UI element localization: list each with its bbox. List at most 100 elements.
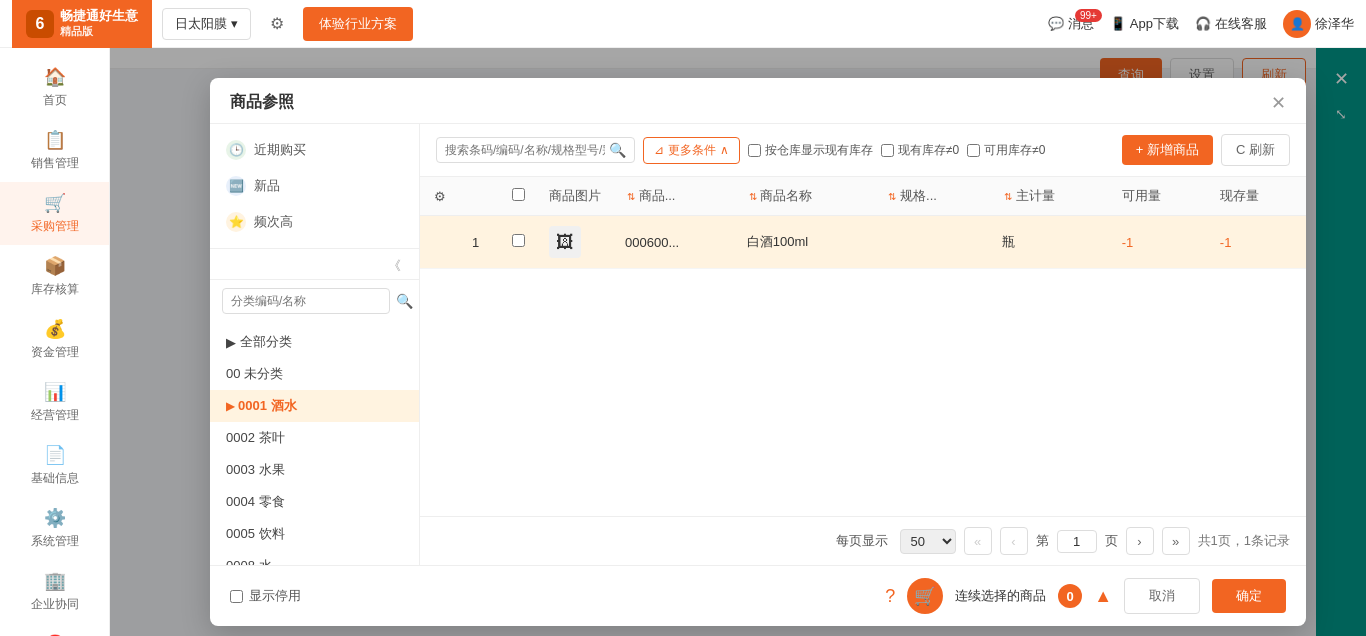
collapse-btn[interactable]: 《 — [378, 253, 411, 279]
logo-sub: 精品版 — [60, 24, 138, 39]
nav-new-label: 新品 — [254, 177, 280, 195]
trial-btn[interactable]: 体验行业方案 — [303, 7, 413, 41]
sidebar-item-inventory[interactable]: 📦 库存核算 — [0, 245, 109, 308]
sales-icon: 📋 — [44, 129, 66, 151]
sidebar-item-guide[interactable]: 🎯 新手引导 — [0, 623, 109, 636]
col-img-header: 商品图片 — [537, 177, 613, 216]
help-icon-btn[interactable]: ? — [885, 586, 895, 607]
filter-usable-label[interactable]: 可用库存≠0 — [967, 142, 1045, 159]
filter-available-label[interactable]: 现有库存≠0 — [881, 142, 959, 159]
cat-0002-label: 0002 茶叶 — [226, 429, 285, 447]
cat-0005[interactable]: 0005 饮料 — [210, 518, 419, 550]
cat-0002[interactable]: 0002 茶叶 — [210, 422, 419, 454]
filter-available-checkbox[interactable] — [881, 144, 894, 157]
nav-service-btn[interactable]: 🎧 在线客服 — [1195, 15, 1267, 33]
nav-dropdown-label: 日太阳膜 — [175, 15, 227, 33]
sidebar-label-enterprise: 企业协同 — [31, 596, 79, 613]
sidebar-item-system[interactable]: ⚙️ 系统管理 — [0, 497, 109, 560]
table-row[interactable]: 1 🖼 000600... 白酒100ml 瓶 -1 — [420, 216, 1306, 269]
col-available-header: 可用量 — [1110, 177, 1208, 216]
top-nav: 6 畅捷通好生意 精品版 日太阳膜 ▾ ⚙ 体验行业方案 💬 消息 99+ 📱 … — [0, 0, 1366, 48]
sort-icon-spec: ⇅ — [888, 191, 896, 202]
msg-badge: 99+ — [1075, 9, 1102, 22]
row-checkbox[interactable] — [512, 234, 525, 247]
new-icon: 🆕 — [226, 176, 246, 196]
nav-recent-purchases[interactable]: 🕒 近期购买 — [210, 132, 419, 168]
refresh-table-btn[interactable]: C 刷新 — [1221, 134, 1290, 166]
nav-dropdown[interactable]: 日太阳膜 ▾ — [162, 8, 251, 40]
category-search-input[interactable] — [222, 288, 390, 314]
table-header-row: ⚙ 商品图片 ⇅ 商品... — [420, 177, 1306, 216]
cat-all[interactable]: ▶ 全部分类 — [210, 326, 419, 358]
search-icon[interactable]: 🔍 — [609, 142, 626, 158]
home-icon: 🏠 — [44, 66, 66, 88]
filter-usable-checkbox[interactable] — [967, 144, 980, 157]
page-next-btn[interactable]: › — [1126, 527, 1154, 555]
nav-gear-button[interactable]: ⚙ — [261, 8, 293, 40]
page-size-select[interactable]: 50 10 20 100 — [900, 529, 956, 554]
nav-right: 💬 消息 99+ 📱 App下载 🎧 在线客服 👤 徐泽华 — [1048, 10, 1354, 38]
product-search-input[interactable] — [445, 143, 605, 157]
select-all-checkbox[interactable] — [512, 188, 525, 201]
nav-msg-btn[interactable]: 💬 消息 99+ — [1048, 15, 1094, 33]
page-first-btn[interactable]: « — [964, 527, 992, 555]
nav-app-download-btn[interactable]: 📱 App下载 — [1110, 15, 1179, 33]
filter-warehouse-checkbox[interactable] — [748, 144, 761, 157]
row-code-cell: 000600... — [613, 216, 735, 269]
row-img-cell: 🖼 — [537, 216, 613, 269]
inventory-icon: 📦 — [44, 255, 66, 277]
filter-more-label: 更多条件 — [668, 142, 716, 159]
col-unit-header: ⇅ 主计量 — [990, 177, 1109, 216]
modal-left-panel: 🕒 近期购买 🆕 新品 ⭐ 频次高 — [210, 124, 420, 565]
category-search-icon[interactable]: 🔍 — [396, 293, 413, 309]
page-last-btn[interactable]: » — [1162, 527, 1190, 555]
modal-footer: 显示停用 ? 🛒 连续选择的商品 0 ▲ 取消 确定 — [210, 565, 1306, 626]
filter-icon: ⊿ — [654, 143, 664, 157]
cat-0008[interactable]: 0008 水 — [210, 550, 419, 565]
sidebar-item-enterprise[interactable]: 🏢 企业协同 — [0, 560, 109, 623]
page-size-label: 每页显示 — [836, 532, 888, 550]
sidebar-item-operations[interactable]: 📊 经营管理 — [0, 371, 109, 434]
collapse-area: 《 — [210, 248, 419, 279]
cancel-btn[interactable]: 取消 — [1124, 578, 1200, 614]
cat-0001[interactable]: ▶ 0001 酒水 — [210, 390, 419, 422]
cat-0003[interactable]: 0003 水果 — [210, 454, 419, 486]
cat-0003-label: 0003 水果 — [226, 461, 285, 479]
display-disabled-label[interactable]: 显示停用 — [230, 587, 301, 605]
sidebar-item-home[interactable]: 🏠 首页 — [0, 56, 109, 119]
avatar: 👤 — [1283, 10, 1311, 38]
sidebar-item-purchase[interactable]: 🛒 采购管理 — [0, 182, 109, 245]
cat-0008-label: 0008 水 — [226, 557, 272, 565]
sidebar-label-sales: 销售管理 — [31, 155, 79, 172]
logo-text: 畅捷通好生意 — [60, 8, 138, 25]
nav-freq-label: 频次高 — [254, 213, 293, 231]
sidebar-item-finance[interactable]: 💰 资金管理 — [0, 308, 109, 371]
nav-frequent-products[interactable]: ⭐ 频次高 — [210, 204, 419, 240]
col-no — [460, 177, 500, 216]
page-suffix: 页 — [1105, 532, 1118, 550]
cat-00[interactable]: 00 未分类 — [210, 358, 419, 390]
display-disabled-checkbox[interactable] — [230, 590, 243, 603]
filter-usable-text: 可用库存≠0 — [984, 142, 1045, 159]
confirm-btn[interactable]: 确定 — [1212, 579, 1286, 613]
modal-close-btn[interactable]: ✕ — [1271, 94, 1286, 112]
cat-0004[interactable]: 0004 零食 — [210, 486, 419, 518]
sidebar-item-sales[interactable]: 📋 销售管理 — [0, 119, 109, 182]
row-stock-cell: -1 — [1208, 216, 1306, 269]
col-check — [500, 177, 537, 216]
modal-left-nav: 🕒 近期购买 🆕 新品 ⭐ 频次高 — [210, 124, 419, 248]
filter-more-btn[interactable]: ⊿ 更多条件 ∧ — [643, 137, 740, 164]
cart-icon-btn[interactable]: 🛒 — [907, 578, 943, 614]
page-prev-btn[interactable]: ‹ — [1000, 527, 1028, 555]
page-number-input[interactable] — [1057, 530, 1097, 553]
nav-new-products[interactable]: 🆕 新品 — [210, 168, 419, 204]
operations-icon: 📊 — [44, 381, 66, 403]
add-product-btn[interactable]: + 新增商品 — [1122, 135, 1213, 165]
sidebar-label-home: 首页 — [43, 92, 67, 109]
nav-user-btn[interactable]: 👤 徐泽华 — [1283, 10, 1354, 38]
app-icon: 📱 — [1110, 16, 1126, 31]
collapse-selection-btn[interactable]: ▲ — [1094, 586, 1112, 607]
sidebar-item-basics[interactable]: 📄 基础信息 — [0, 434, 109, 497]
filter-warehouse-label[interactable]: 按仓库显示现有库存 — [748, 142, 873, 159]
sort-icon-unit: ⇅ — [1004, 191, 1012, 202]
